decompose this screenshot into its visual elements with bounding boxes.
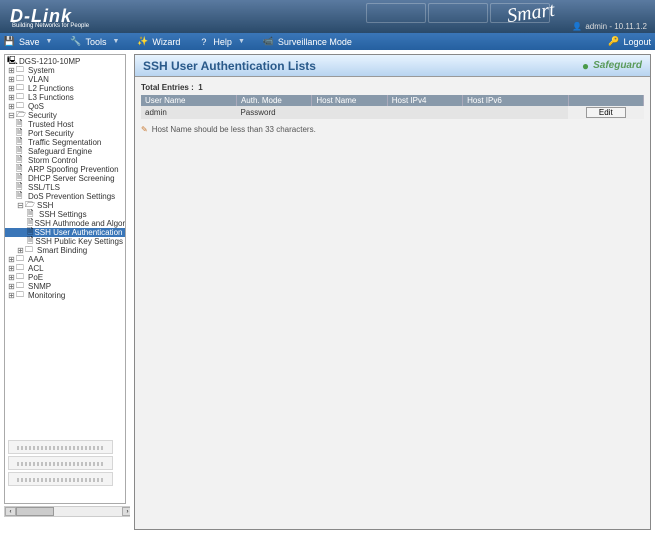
- total-entries: Total Entries : 1: [141, 83, 644, 92]
- help-icon: ?: [198, 36, 209, 47]
- expand-icon[interactable]: ⊞: [7, 282, 16, 291]
- collapse-icon[interactable]: ⊟: [7, 111, 16, 120]
- panel-title: SSH User Authentication Lists: [143, 59, 316, 73]
- surveillance-button[interactable]: 📹Surveillance Mode: [263, 36, 352, 47]
- panel-title-bar: SSH User Authentication Lists Safeguard: [135, 55, 650, 77]
- tree-monitoring[interactable]: ⊞🗀Monitoring: [5, 291, 125, 300]
- admin-info: admin - 10.11.1.2: [572, 22, 647, 31]
- note: Host Name should be less than 33 charact…: [141, 125, 644, 134]
- folder-icon: 🗀: [25, 246, 36, 255]
- switch-image: [8, 440, 113, 500]
- cell-edit: Edit: [568, 106, 643, 119]
- tree-ssl[interactable]: 🗎SSL/TLS: [5, 183, 125, 192]
- cell-auth: Password: [236, 106, 311, 119]
- tree-dhcp[interactable]: 🗎DHCP Server Screening: [5, 174, 125, 183]
- expand-icon[interactable]: ⊞: [7, 75, 16, 84]
- col-auth: Auth. Mode: [236, 95, 311, 106]
- col-user: User Name: [141, 95, 236, 106]
- chevron-down-icon: ▼: [46, 38, 53, 45]
- save-icon: 💾: [4, 36, 15, 47]
- col-host: Host Name: [312, 95, 387, 106]
- content: SSH User Authentication Lists Safeguard …: [130, 50, 655, 535]
- col-edit: [568, 95, 643, 106]
- tree-dos[interactable]: 🗎DoS Prevention Settings: [5, 192, 125, 201]
- tree-ssh[interactable]: ⊟🗁SSH: [5, 201, 125, 210]
- brand-tagline: Building Networks for People: [12, 23, 89, 29]
- wizard-icon: ✨: [137, 36, 148, 47]
- camera-icon: 📹: [263, 36, 274, 47]
- scroll-track[interactable]: [16, 507, 122, 516]
- tree-trusted-host[interactable]: 🗎Trusted Host: [5, 120, 125, 129]
- collapse-icon[interactable]: ⊟: [16, 201, 25, 210]
- cell-ipv6: [463, 106, 569, 119]
- col-ipv6: Host IPv6: [463, 95, 569, 106]
- expand-icon[interactable]: ⊞: [7, 102, 16, 111]
- help-menu[interactable]: ?Help▼: [198, 36, 244, 47]
- logout-button[interactable]: 🔑Logout: [608, 36, 651, 47]
- tree-ssh-userauth[interactable]: 🗎SSH User Authentication Lists: [5, 228, 125, 237]
- scroll-left-button[interactable]: ‹: [5, 507, 16, 516]
- panel-body: Total Entries : 1 User Name Auth. Mode H…: [135, 77, 650, 140]
- col-ipv4: Host IPv4: [387, 95, 462, 106]
- tree-storm[interactable]: 🗎Storm Control: [5, 156, 125, 165]
- tree-ssh-pubkey[interactable]: 🗎SSH Public Key Settings: [5, 237, 125, 246]
- tree: 🖳DGS-1210-10MP ⊞🗀System ⊞🗀VLAN ⊞🗀L2 Func…: [4, 54, 126, 504]
- toolbar: 💾Save▼ 🔧Tools▼ ✨Wizard ?Help▼ 📹Surveilla…: [0, 33, 655, 50]
- logout-icon: 🔑: [608, 36, 619, 47]
- h-scrollbar[interactable]: ‹ ›: [4, 506, 134, 517]
- tools-icon: 🔧: [70, 36, 81, 47]
- tools-menu[interactable]: 🔧Tools▼: [70, 36, 119, 47]
- tree-ssh-authmode[interactable]: 🗎SSH Authmode and Algorithm Settings: [5, 219, 125, 228]
- edit-button[interactable]: Edit: [586, 107, 626, 118]
- expand-icon[interactable]: ⊞: [7, 66, 16, 75]
- cell-host: [312, 106, 387, 119]
- expand-icon[interactable]: ⊞: [7, 93, 16, 102]
- chevron-down-icon: ▼: [238, 38, 245, 45]
- chevron-down-icon: ▼: [112, 38, 119, 45]
- auth-table: User Name Auth. Mode Host Name Host IPv4…: [141, 95, 644, 119]
- table-row: admin Password Edit: [141, 106, 644, 119]
- tree-arp-spoof[interactable]: 🗎ARP Spoofing Prevention: [5, 165, 125, 174]
- expand-icon[interactable]: ⊞: [7, 264, 16, 273]
- tree-traffic-seg[interactable]: 🗎Traffic Segmentation: [5, 138, 125, 147]
- header: D-Link Building Networks for People Smar…: [0, 0, 655, 33]
- expand-icon[interactable]: ⊞: [7, 273, 16, 282]
- folder-icon: 🗀: [16, 291, 27, 300]
- content-panel: SSH User Authentication Lists Safeguard …: [134, 54, 651, 530]
- main: 🖳DGS-1210-10MP ⊞🗀System ⊞🗀VLAN ⊞🗀L2 Func…: [0, 50, 655, 535]
- sidebar: 🖳DGS-1210-10MP ⊞🗀System ⊞🗀VLAN ⊞🗀L2 Func…: [0, 50, 130, 535]
- expand-icon[interactable]: ⊞: [7, 84, 16, 93]
- table-header-row: User Name Auth. Mode Host Name Host IPv4…: [141, 95, 644, 106]
- save-menu[interactable]: 💾Save▼: [4, 36, 52, 47]
- scroll-thumb[interactable]: [16, 507, 54, 516]
- cell-ipv4: [387, 106, 462, 119]
- tree-safeguard[interactable]: 🗎Safeguard Engine: [5, 147, 125, 156]
- tree-security[interactable]: ⊟🗁Security: [5, 111, 125, 120]
- wizard-button[interactable]: ✨Wizard: [137, 36, 180, 47]
- safeguard-badge: Safeguard: [582, 59, 642, 73]
- cell-user: admin: [141, 106, 236, 119]
- tree-ssh-settings[interactable]: 🗎SSH Settings: [5, 210, 125, 219]
- expand-icon[interactable]: ⊞: [7, 291, 16, 300]
- tree-port-security[interactable]: 🗎Port Security: [5, 129, 125, 138]
- expand-icon[interactable]: ⊞: [7, 255, 16, 264]
